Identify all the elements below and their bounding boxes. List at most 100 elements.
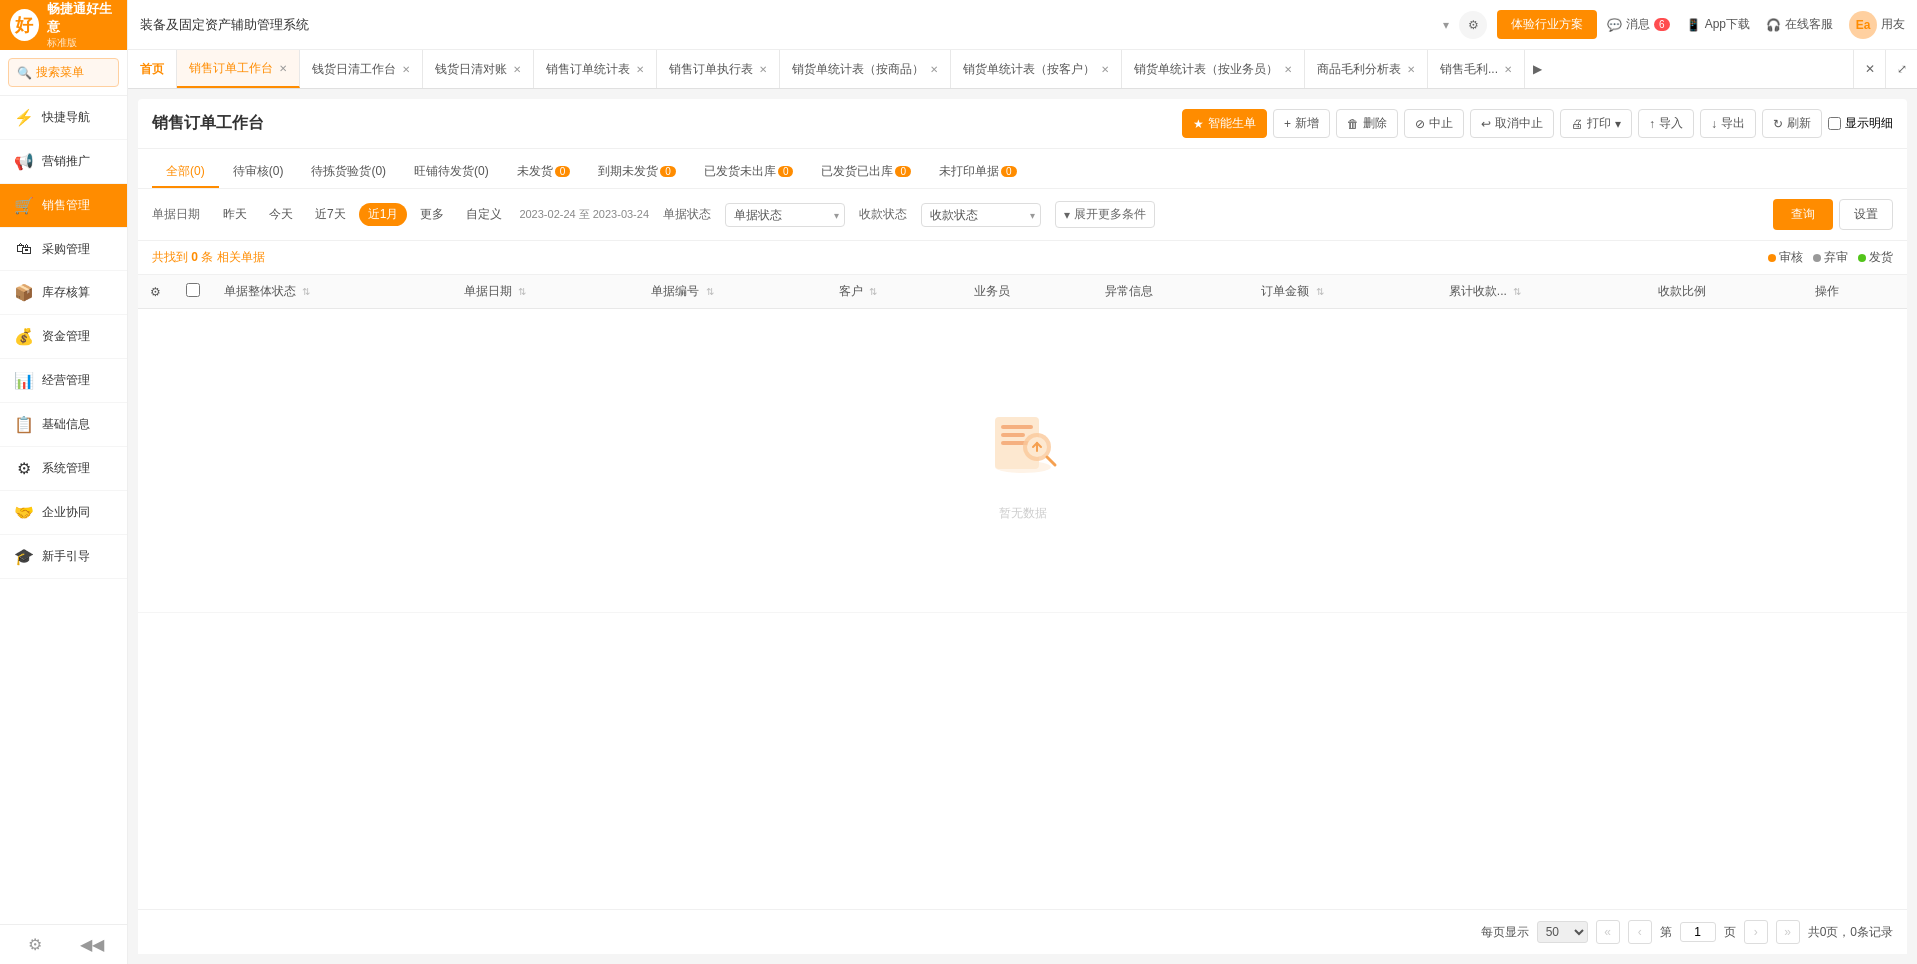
- system-title: 装备及固定资产辅助管理系统: [140, 16, 1433, 34]
- filter-tab-shipped-out[interactable]: 已发货已出库0: [807, 157, 925, 188]
- filter-tab-expired-not-shipped[interactable]: 到期未发货0: [584, 157, 690, 188]
- message-button[interactable]: 💬 消息 6: [1607, 16, 1670, 33]
- ship-action-button[interactable]: 发货: [1858, 249, 1893, 266]
- sort-status-icon[interactable]: ⇅: [302, 286, 310, 297]
- stop-button[interactable]: ⊘ 中止: [1404, 109, 1464, 138]
- online-service-button[interactable]: 🎧 在线客服: [1766, 16, 1833, 33]
- sidebar-item-inventory[interactable]: 📦 库存核算: [0, 271, 127, 315]
- export-button[interactable]: ↓ 导出: [1700, 109, 1756, 138]
- tab-close-sales-more[interactable]: ✕: [1504, 64, 1512, 75]
- prev-page-button[interactable]: ‹: [1628, 920, 1652, 944]
- print-chevron-icon: ▾: [1615, 117, 1621, 131]
- tab-close-sales-stat-customer[interactable]: ✕: [1101, 64, 1109, 75]
- delete-button[interactable]: 🗑 删除: [1336, 109, 1398, 138]
- date-btn-yesterday[interactable]: 昨天: [214, 203, 256, 226]
- user-menu-button[interactable]: Ea 用友: [1849, 11, 1905, 39]
- status-select[interactable]: 单据状态: [725, 203, 845, 227]
- sidebar-item-finance[interactable]: 💰 资金管理: [0, 315, 127, 359]
- sidebar-item-enterprise[interactable]: 🤝 企业协同: [0, 491, 127, 535]
- app-download-button[interactable]: 📱 App下载: [1686, 16, 1750, 33]
- status-select-wrap: 单据状态: [725, 203, 845, 227]
- sidebar-item-sales-mgmt[interactable]: 🛒 销售管理: [0, 184, 127, 228]
- filter-tab-not-printed[interactable]: 未打印单据0: [925, 157, 1031, 188]
- tab-sales-stat-product[interactable]: 销货单统计表（按商品） ✕: [780, 50, 951, 88]
- sidebar-item-quick-nav[interactable]: ⚡ 快捷导航: [0, 96, 127, 140]
- tab-close-goods-profit[interactable]: ✕: [1407, 64, 1415, 75]
- tab-home[interactable]: 首页: [128, 50, 177, 88]
- tab-cash-reconcile[interactable]: 钱货日清对账 ✕: [423, 50, 534, 88]
- filter-tab-not-shipped[interactable]: 未发货0: [503, 157, 585, 188]
- expand-conditions-button[interactable]: ▾ 展开更多条件: [1055, 201, 1155, 228]
- column-settings-icon[interactable]: ⚙: [150, 285, 161, 299]
- import-button[interactable]: ↑ 导入: [1638, 109, 1694, 138]
- sidebar-item-newbie[interactable]: 🎓 新手引导: [0, 535, 127, 579]
- search-menu-button[interactable]: 🔍 搜索菜单: [8, 58, 119, 87]
- payment-select[interactable]: 收款状态: [921, 203, 1041, 227]
- empty-text: 暂无数据: [999, 505, 1047, 522]
- tab-expand-button[interactable]: ⤢: [1885, 50, 1917, 88]
- filter-tab-shipped-not-out[interactable]: 已发货未出库0: [690, 157, 808, 188]
- select-all-checkbox[interactable]: [186, 283, 200, 297]
- date-btn-7days[interactable]: 近7天: [306, 203, 355, 226]
- first-page-button[interactable]: «: [1596, 920, 1620, 944]
- tab-cash-daily[interactable]: 钱货日清工作台 ✕: [300, 50, 423, 88]
- date-btn-custom[interactable]: 自定义: [457, 203, 511, 226]
- sort-date-icon[interactable]: ⇅: [518, 286, 526, 297]
- print-button[interactable]: 🖨 打印 ▾: [1560, 109, 1632, 138]
- review-action-button[interactable]: 审核: [1768, 249, 1803, 266]
- filter-tab-pending-review[interactable]: 待审核(0): [219, 157, 298, 188]
- date-btn-today[interactable]: 今天: [260, 203, 302, 226]
- sort-customer-icon[interactable]: ⇅: [869, 286, 877, 297]
- topbar-settings-button[interactable]: ⚙: [1459, 11, 1487, 39]
- refresh-button[interactable]: ↻ 刷新: [1762, 109, 1822, 138]
- add-button[interactable]: + 新增: [1273, 109, 1330, 138]
- tab-close-all-button[interactable]: ✕: [1853, 50, 1885, 88]
- sidebar-item-ops-mgmt[interactable]: 📊 经营管理: [0, 359, 127, 403]
- sidebar-item-sales-promo[interactable]: 📢 营销推广: [0, 140, 127, 184]
- tab-close-sales-exec[interactable]: ✕: [759, 64, 767, 75]
- sort-number-icon[interactable]: ⇅: [706, 286, 714, 297]
- topbar-dropdown-icon[interactable]: ▾: [1443, 18, 1449, 32]
- tab-sales-stat[interactable]: 销售订单统计表 ✕: [534, 50, 657, 88]
- tabbar: 首页 销售订单工作台 ✕ 钱货日清工作台 ✕ 钱货日清对账 ✕ 销售订单统计表 …: [128, 50, 1917, 89]
- per-page-select[interactable]: 50 10 20 100: [1537, 921, 1588, 943]
- filter-setting-button[interactable]: 设置: [1839, 199, 1893, 230]
- industry-solution-button[interactable]: 体验行业方案: [1497, 10, 1597, 39]
- sort-collected-icon[interactable]: ⇅: [1513, 286, 1521, 297]
- sidebar-item-sys-mgmt[interactable]: ⚙ 系统管理: [0, 447, 127, 491]
- cancel-review-action-button[interactable]: 弃审: [1813, 249, 1848, 266]
- show-detail-label[interactable]: 显示明细: [1828, 115, 1893, 132]
- filter-tab-all[interactable]: 全部(0): [152, 157, 219, 188]
- tab-more-button[interactable]: ▶: [1525, 50, 1550, 88]
- tab-sales-more[interactable]: 销售毛利... ✕: [1428, 50, 1525, 88]
- tab-close-cash-reconcile[interactable]: ✕: [513, 64, 521, 75]
- th-settings: ⚙: [138, 275, 174, 309]
- filter-tab-pending-check[interactable]: 待拣货验货(0): [297, 157, 400, 188]
- ai-create-button[interactable]: ★ 智能生单: [1182, 109, 1267, 138]
- tab-close-sales-stat-staff[interactable]: ✕: [1284, 64, 1292, 75]
- date-btn-1month[interactable]: 近1月: [359, 203, 408, 226]
- tab-close-sales-stat-product[interactable]: ✕: [930, 64, 938, 75]
- sidebar-item-purchase-mgmt[interactable]: 🛍 采购管理: [0, 228, 127, 271]
- filter-tab-wangpu-pending[interactable]: 旺铺待发货(0): [400, 157, 503, 188]
- expired-badge: 0: [660, 166, 676, 177]
- sidebar-item-base-info[interactable]: 📋 基础信息: [0, 403, 127, 447]
- next-page-button[interactable]: ›: [1744, 920, 1768, 944]
- tab-close-sales-workbench[interactable]: ✕: [279, 63, 287, 74]
- last-page-button[interactable]: »: [1776, 920, 1800, 944]
- collapse-button[interactable]: ◀◀: [68, 935, 118, 954]
- tab-close-cash-daily[interactable]: ✕: [402, 64, 410, 75]
- sort-amount-icon[interactable]: ⇅: [1316, 286, 1324, 297]
- tab-close-sales-stat[interactable]: ✕: [636, 64, 644, 75]
- tab-sales-stat-customer[interactable]: 销货单统计表（按客户） ✕: [951, 50, 1122, 88]
- tab-sales-exec[interactable]: 销售订单执行表 ✕: [657, 50, 780, 88]
- cancel-stop-button[interactable]: ↩ 取消中止: [1470, 109, 1554, 138]
- tab-goods-profit[interactable]: 商品毛利分析表 ✕: [1305, 50, 1428, 88]
- tab-sales-workbench[interactable]: 销售订单工作台 ✕: [177, 50, 300, 88]
- date-btn-more[interactable]: 更多: [411, 203, 453, 226]
- page-input[interactable]: [1680, 922, 1716, 942]
- show-detail-checkbox[interactable]: [1828, 117, 1841, 130]
- query-button[interactable]: 查询: [1773, 199, 1833, 230]
- tab-sales-stat-staff[interactable]: 销货单统计表（按业务员） ✕: [1122, 50, 1305, 88]
- settings-button[interactable]: ⚙: [10, 935, 60, 954]
